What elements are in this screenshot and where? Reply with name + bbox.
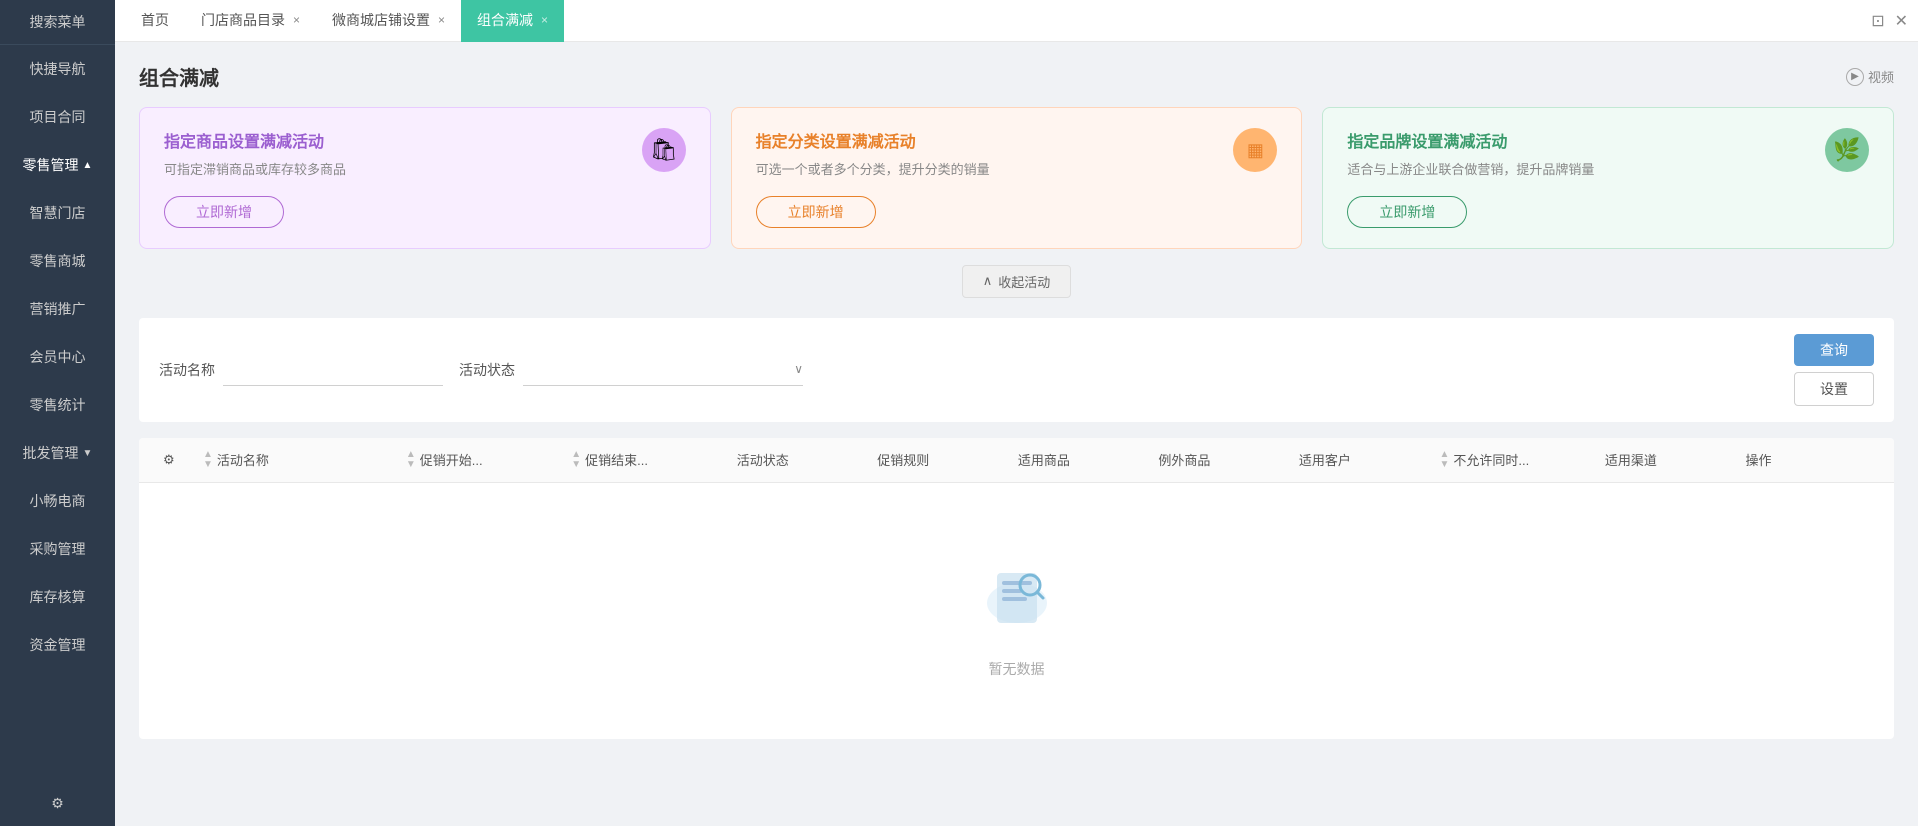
brand-card-title: 指定品牌设置满减活动 [1347,128,1869,152]
sidebar-search[interactable]: 搜索菜单 [0,0,115,45]
brand-card-desc: 适合与上游企业联合做营销，提升品牌销量 [1347,160,1869,180]
tab-close-icon[interactable]: × [541,13,548,27]
page-content: 组合满减 ▶ 视频 🛍 指定商品设置满减活动 可指定滞销商品或库存较多商品 立即… [115,42,1918,826]
empty-state: 暂无数据 [139,483,1894,739]
sidebar-item-marketing[interactable]: 营销推广 [0,285,115,333]
activity-name-input[interactable] [223,354,443,386]
category-card-desc: 可选一个或者多个分类，提升分类的销量 [756,160,1278,180]
empty-icon [967,543,1067,643]
collapse-icon: ∧ [983,273,993,289]
tab-product-catalog[interactable]: 门店商品目录 × [185,0,316,42]
category-card-title: 指定分类设置满减活动 [756,128,1278,152]
brand-card-add-button[interactable]: 立即新增 [1347,196,1467,228]
sort-icon[interactable]: ▲▼ [203,450,213,470]
data-table: ⚙ ▲▼ 活动名称 ▲▼ 促销开始... ▲▼ 促销结束... 活动状态 [139,438,1894,739]
query-button[interactable]: 查询 [1794,334,1874,366]
play-icon: ▶ [1846,68,1864,86]
sidebar-item-finance[interactable]: 资金管理 [0,621,115,669]
window-controls: ⊡ ✕ [1871,11,1908,31]
category-activity-card: ▦ 指定分类设置满减活动 可选一个或者多个分类，提升分类的销量 立即新增 [731,107,1303,249]
brand-activity-card: 🌿 指定品牌设置满减活动 适合与上游企业联合做营销，提升品牌销量 立即新增 [1322,107,1894,249]
tab-combo-discount[interactable]: 组合满减 × [461,0,564,42]
goods-card-add-button[interactable]: 立即新增 [164,196,284,228]
arrow-icon: ▲ [83,160,93,171]
th-name: ▲▼ 活动名称 [195,450,398,470]
activity-name-label: 活动名称 [159,360,215,380]
page-header: 组合满减 ▶ 视频 [139,62,1894,91]
empty-text: 暂无数据 [989,659,1045,679]
video-link[interactable]: ▶ 视频 [1846,67,1894,86]
th-noconflict: ▲▼ 不允许同时... [1431,450,1596,470]
sidebar-item-retail-management[interactable]: 零售管理 ▲ [0,141,115,189]
search-actions: 查询 设置 [1794,334,1874,406]
sidebar-item-member-center[interactable]: 会员中心 [0,333,115,381]
sidebar: 搜索菜单 快捷导航 项目合同 零售管理 ▲ 智慧门店 零售商城 营销推广 会员中… [0,0,115,826]
th-goods: 适用商品 [1010,450,1151,469]
collapse-bar: ∧ 收起活动 [139,265,1894,298]
sidebar-item-xiaochangec[interactable]: 小畅电商 [0,477,115,525]
th-customer: 适用客户 [1291,450,1432,469]
activity-status-field: 活动状态 ∨ [459,354,803,386]
th-rule: 促销规则 [869,450,1010,469]
settings-button[interactable]: 设置 [1794,372,1874,406]
main-area: 首页 门店商品目录 × 微商城店铺设置 × 组合满减 × ⊡ ✕ 组合满减 ▶ … [115,0,1918,826]
restore-icon[interactable]: ⊡ [1871,11,1884,31]
activity-status-select[interactable]: ∨ [523,354,803,386]
tab-home[interactable]: 首页 [125,0,185,42]
sidebar-item-purchase[interactable]: 采购管理 [0,525,115,573]
settings-icon: ⚙ [51,795,64,811]
collapse-button[interactable]: ∧ 收起活动 [962,265,1072,298]
th-settings[interactable]: ⚙ [155,452,195,468]
sidebar-item-wholesale[interactable]: 批发管理 ▼ [0,429,115,477]
goods-card-icon: 🛍 [642,128,686,172]
goods-card-title: 指定商品设置满减活动 [164,128,686,152]
sort-icon[interactable]: ▲▼ [571,450,581,470]
sidebar-item-retail-stats[interactable]: 零售统计 [0,381,115,429]
tab-close-icon[interactable]: × [293,13,300,27]
sidebar-settings-button[interactable]: ⚙ [0,781,115,826]
tab-bar: 首页 门店商品目录 × 微商城店铺设置 × 组合满减 × ⊡ ✕ [115,0,1918,42]
sidebar-item-project-contract[interactable]: 项目合同 [0,93,115,141]
activity-status-label: 活动状态 [459,360,515,380]
category-card-add-button[interactable]: 立即新增 [756,196,876,228]
table-header: ⚙ ▲▼ 活动名称 ▲▼ 促销开始... ▲▼ 促销结束... 活动状态 [139,438,1894,483]
close-icon[interactable]: ✕ [1895,11,1908,31]
sidebar-item-quick-nav[interactable]: 快捷导航 [0,45,115,93]
search-bar: 活动名称 活动状态 ∨ 查询 设置 [139,318,1894,422]
tab-close-icon[interactable]: × [438,13,445,27]
th-start: ▲▼ 促销开始... [398,450,563,470]
th-channel: 适用渠道 [1597,450,1738,469]
arrow-icon: ▼ [83,448,93,459]
th-status: 活动状态 [729,450,870,469]
chevron-down-icon: ∨ [794,362,803,376]
th-end: ▲▼ 促销结束... [563,450,728,470]
tab-wechat-store[interactable]: 微商城店铺设置 × [316,0,461,42]
column-settings-icon: ⚙ [163,452,175,468]
goods-activity-card: 🛍 指定商品设置满减活动 可指定滞销商品或库存较多商品 立即新增 [139,107,711,249]
sidebar-item-retail-mall[interactable]: 零售商城 [0,237,115,285]
th-action: 操作 [1737,450,1878,469]
sidebar-item-inventory[interactable]: 库存核算 [0,573,115,621]
sidebar-item-smart-store[interactable]: 智慧门店 [0,189,115,237]
brand-card-icon: 🌿 [1825,128,1869,172]
sort-icon[interactable]: ▲▼ [1439,450,1449,470]
page-title: 组合满减 [139,62,219,91]
activity-name-field: 活动名称 [159,354,443,386]
th-except: 例外商品 [1150,450,1291,469]
goods-card-desc: 可指定滞销商品或库存较多商品 [164,160,686,180]
sort-icon[interactable]: ▲▼ [406,450,416,470]
activity-cards: 🛍 指定商品设置满减活动 可指定滞销商品或库存较多商品 立即新增 ▦ 指定分类设… [139,107,1894,249]
